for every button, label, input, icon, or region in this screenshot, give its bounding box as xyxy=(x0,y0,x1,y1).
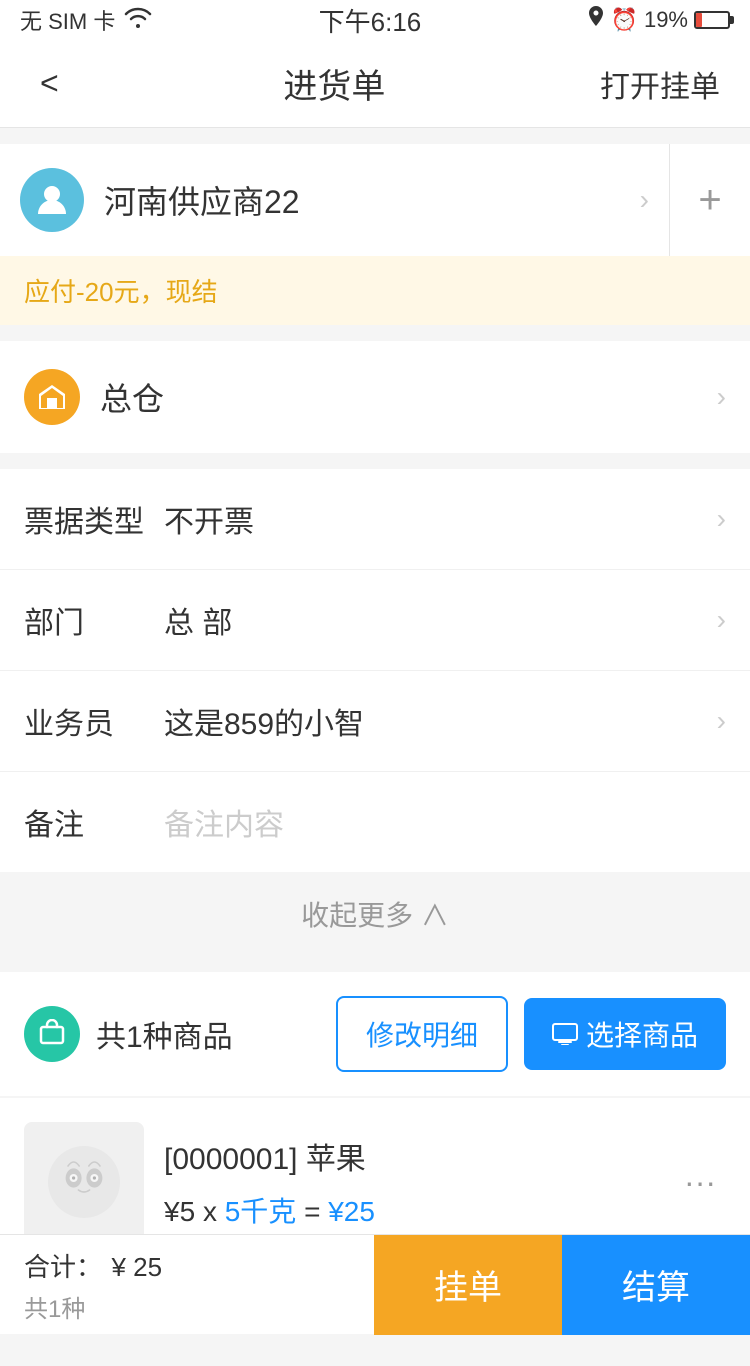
product-name: [0000001] 苹果 xyxy=(164,1134,654,1178)
status-time: 下午6:16 xyxy=(319,2,422,39)
product-title: 苹果 xyxy=(306,1143,366,1176)
battery-icon xyxy=(694,11,730,29)
supplier-selector[interactable]: 河南供应商22 › xyxy=(0,144,670,256)
location-icon xyxy=(587,6,605,34)
dept-chevron-icon: › xyxy=(717,604,726,636)
multiply-sign: x xyxy=(203,1196,225,1227)
supplier-section: 河南供应商22 › + xyxy=(0,144,750,256)
product-more-button[interactable]: ··· xyxy=(674,1154,726,1211)
select-product-button[interactable]: 选择商品 xyxy=(524,998,726,1070)
product-price-row: ¥5 x 5千克 = ¥25 xyxy=(164,1190,654,1230)
product-count-text: 共1种商品 xyxy=(96,1012,320,1056)
nav-bar: < 进货单 打开挂单 xyxy=(0,40,750,128)
back-button[interactable]: < xyxy=(30,55,69,112)
supplier-avatar xyxy=(20,168,84,232)
status-right: ⏰ 19% xyxy=(587,6,730,34)
collapse-bar[interactable]: 收起更多 ∧ xyxy=(0,872,750,956)
dept-label: 部门 xyxy=(24,598,164,642)
footer: 合计： ¥ 25 共1种 挂单 结算 xyxy=(0,1234,750,1334)
invoice-label: 票据类型 xyxy=(24,497,164,541)
checkout-button[interactable]: 结算 xyxy=(562,1235,750,1335)
total-amount: 合计： ¥ 25 xyxy=(24,1246,350,1285)
total-count: 共1种 xyxy=(24,1289,350,1324)
product-subtotal: ¥25 xyxy=(328,1196,375,1227)
warehouse-chevron-icon: › xyxy=(717,381,726,413)
wifi-icon xyxy=(123,6,153,34)
salesperson-value: 这是859的小智 xyxy=(164,699,717,743)
remark-row[interactable]: 备注 备注内容 xyxy=(0,772,750,872)
page-title: 进货单 xyxy=(283,59,385,108)
select-product-label: 选择商品 xyxy=(586,1014,698,1054)
add-supplier-button[interactable]: + xyxy=(670,144,750,256)
total-label: 合计： xyxy=(24,1252,102,1282)
dept-row[interactable]: 部门 总 部 › xyxy=(0,570,750,671)
product-code: [0000001] xyxy=(164,1143,297,1176)
product-info: [0000001] 苹果 ¥5 x 5千克 = ¥25 xyxy=(164,1134,654,1230)
total-info: 合计： ¥ 25 共1种 xyxy=(0,1246,374,1324)
salesperson-row[interactable]: 业务员 这是859的小智 › xyxy=(0,671,750,772)
invoice-value: 不开票 xyxy=(164,497,717,541)
carrier-text: 无 SIM 卡 xyxy=(20,4,115,36)
open-hold-button[interactable]: 打开挂单 xyxy=(600,62,720,106)
price-unit: ¥5 xyxy=(164,1196,195,1227)
status-left: 无 SIM 卡 xyxy=(20,4,153,36)
invoice-type-row[interactable]: 票据类型 不开票 › xyxy=(0,469,750,570)
warehouse-section[interactable]: 总仓 › xyxy=(0,341,750,453)
warehouse-icon xyxy=(24,369,80,425)
status-bar: 无 SIM 卡 下午6:16 ⏰ 19% xyxy=(0,0,750,40)
chevron-right-icon: › xyxy=(640,184,649,216)
warehouse-name: 总仓 xyxy=(100,374,717,420)
supplier-name: 河南供应商22 xyxy=(104,177,640,223)
product-thumbnail xyxy=(24,1122,144,1242)
salesperson-label: 业务员 xyxy=(24,699,164,743)
dept-value: 总 部 xyxy=(164,598,717,642)
product-qty: 5千克 xyxy=(225,1196,297,1227)
remark-label: 备注 xyxy=(24,800,164,844)
alarm-icon: ⏰ xyxy=(611,7,638,33)
salesperson-chevron-icon: › xyxy=(717,705,726,737)
battery-percent: 19% xyxy=(644,7,688,33)
total-value: ¥ 25 xyxy=(111,1252,162,1282)
remark-input[interactable]: 备注内容 xyxy=(164,800,726,844)
edit-detail-button[interactable]: 修改明细 xyxy=(336,996,508,1072)
form-section: 票据类型 不开票 › 部门 总 部 › 业务员 这是859的小智 › 备注 备注… xyxy=(0,469,750,872)
product-header: 共1种商品 修改明细 选择商品 xyxy=(0,972,750,1096)
hold-button[interactable]: 挂单 xyxy=(374,1235,562,1335)
product-count-icon xyxy=(24,1006,80,1062)
equals-sign: = xyxy=(304,1196,328,1227)
supplier-notice: 应付-20元，现结 xyxy=(0,256,750,325)
invoice-chevron-icon: › xyxy=(717,503,726,535)
